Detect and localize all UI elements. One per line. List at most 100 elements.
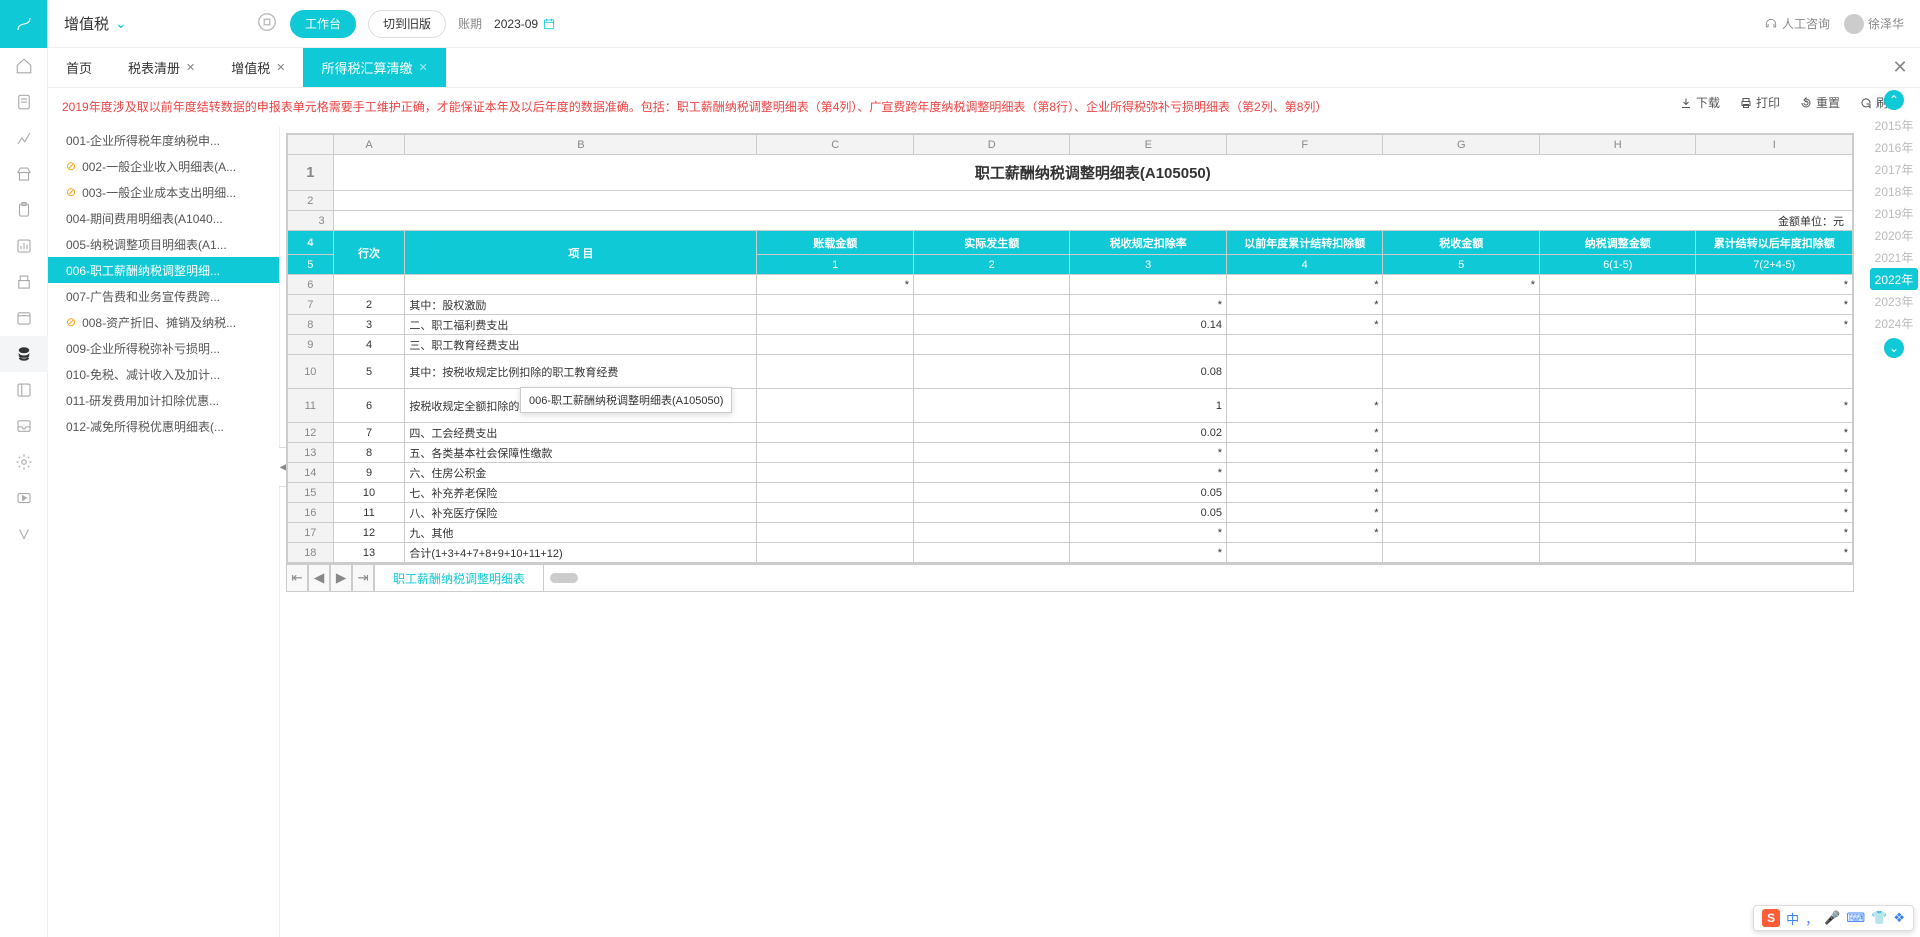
- nav-vip-icon[interactable]: [0, 516, 48, 552]
- form-item-4[interactable]: 005-纳税调整项目明细表(A1...: [48, 231, 279, 257]
- cell[interactable]: 1: [1070, 389, 1227, 423]
- cell[interactable]: [757, 295, 914, 315]
- form-item-7[interactable]: ⊘008-资产折旧、摊销及纳税...: [48, 309, 279, 335]
- tab-close-icon[interactable]: ✕: [419, 61, 428, 74]
- ime-mic-icon[interactable]: 🎤: [1824, 910, 1840, 926]
- cell[interactable]: 0.02: [1070, 423, 1227, 443]
- cell[interactable]: *: [1070, 443, 1227, 463]
- cell[interactable]: [1383, 443, 1540, 463]
- sheet-hscrollbar[interactable]: [544, 565, 1854, 592]
- cell[interactable]: *: [1226, 275, 1383, 295]
- form-item-11[interactable]: 012-减免所得税优惠明细表(...: [48, 413, 279, 439]
- row-item[interactable]: 六、住房公积金: [405, 463, 757, 483]
- cell[interactable]: [1539, 483, 1696, 503]
- cell[interactable]: 0.14: [1070, 315, 1227, 335]
- nav-doc-icon[interactable]: [0, 84, 48, 120]
- cell[interactable]: *: [1383, 275, 1540, 295]
- cell[interactable]: 0.08: [1070, 355, 1227, 389]
- cell[interactable]: *: [1696, 315, 1853, 335]
- cell[interactable]: [1539, 503, 1696, 523]
- cell[interactable]: *: [1696, 503, 1853, 523]
- cell[interactable]: *: [1070, 463, 1227, 483]
- nav-report-icon[interactable]: [0, 228, 48, 264]
- tab-2[interactable]: 增值税✕: [213, 48, 303, 87]
- ime-toolbar[interactable]: S 中 ， 🎤 ⌨ 👕 ❖: [1753, 905, 1914, 931]
- year-2020年[interactable]: 2020年: [1870, 224, 1918, 246]
- year-2016年[interactable]: 2016年: [1870, 136, 1918, 158]
- cell[interactable]: [1383, 295, 1540, 315]
- cell[interactable]: [1539, 275, 1696, 295]
- cell[interactable]: [1383, 315, 1540, 335]
- nav-calendar-icon[interactable]: [0, 300, 48, 336]
- cell[interactable]: [1539, 335, 1696, 355]
- cell[interactable]: [757, 503, 914, 523]
- cell[interactable]: [757, 423, 914, 443]
- nav-tax-icon[interactable]: [0, 336, 48, 372]
- row-item[interactable]: 合计(1+3+4+7+8+9+10+11+12): [405, 543, 757, 563]
- cell[interactable]: [913, 443, 1070, 463]
- sheet-nav-prev[interactable]: ◀: [308, 565, 330, 592]
- cell[interactable]: [913, 543, 1070, 563]
- period-picker[interactable]: 2023-09: [494, 17, 556, 31]
- row-item[interactable]: 九、其他: [405, 523, 757, 543]
- cell[interactable]: [1383, 503, 1540, 523]
- cell[interactable]: [757, 389, 914, 423]
- year-2024年[interactable]: 2024年: [1870, 312, 1918, 334]
- cell[interactable]: *: [1070, 543, 1227, 563]
- cell[interactable]: [1226, 543, 1383, 563]
- record-icon[interactable]: [256, 11, 278, 36]
- cell[interactable]: [1696, 335, 1853, 355]
- cell[interactable]: [1383, 423, 1540, 443]
- tab-close-icon[interactable]: ✕: [276, 61, 285, 74]
- switch-old-version-button[interactable]: 切到旧版: [368, 10, 446, 38]
- col-G[interactable]: G: [1383, 135, 1540, 155]
- cell[interactable]: [1070, 335, 1227, 355]
- cell[interactable]: [913, 423, 1070, 443]
- year-2022年[interactable]: 2022年: [1870, 268, 1918, 290]
- cell[interactable]: [757, 335, 914, 355]
- cell[interactable]: [1383, 543, 1540, 563]
- cell[interactable]: [913, 463, 1070, 483]
- col-D[interactable]: D: [913, 135, 1070, 155]
- sheet-tab[interactable]: 职工薪酬纳税调整明细表: [374, 565, 544, 592]
- cell[interactable]: *: [1696, 463, 1853, 483]
- cell[interactable]: [1226, 335, 1383, 355]
- cell[interactable]: *: [1696, 423, 1853, 443]
- col-F[interactable]: F: [1226, 135, 1383, 155]
- nav-asset-icon[interactable]: [0, 264, 48, 300]
- cell[interactable]: [1539, 463, 1696, 483]
- year-2017年[interactable]: 2017年: [1870, 158, 1918, 180]
- form-item-0[interactable]: 001-企业所得税年度纳税申...: [48, 127, 279, 153]
- form-item-5[interactable]: 006-职工薪酬纳税调整明细...: [48, 257, 279, 283]
- tab-0[interactable]: 首页: [48, 48, 110, 87]
- form-item-1[interactable]: ⊘002-一般企业收入明细表(A...: [48, 153, 279, 179]
- cell[interactable]: [1383, 523, 1540, 543]
- module-selector[interactable]: 增值税 ⌄: [64, 13, 244, 34]
- nav-chart-icon[interactable]: [0, 120, 48, 156]
- nav-clipboard-icon[interactable]: [0, 192, 48, 228]
- print-button[interactable]: 打印: [1740, 94, 1780, 111]
- cell[interactable]: [913, 523, 1070, 543]
- cell[interactable]: [913, 355, 1070, 389]
- sheet-nav-last[interactable]: ⇥: [352, 565, 374, 592]
- cell[interactable]: [757, 483, 914, 503]
- cell[interactable]: [1383, 483, 1540, 503]
- cell[interactable]: [1070, 275, 1227, 295]
- cell[interactable]: *: [1226, 295, 1383, 315]
- nav-settings-icon[interactable]: [0, 444, 48, 480]
- cell[interactable]: *: [1696, 275, 1853, 295]
- cell[interactable]: *: [1696, 483, 1853, 503]
- year-2019年[interactable]: 2019年: [1870, 202, 1918, 224]
- row-item[interactable]: 八、补充医疗保险: [405, 503, 757, 523]
- nav-inbox-icon[interactable]: [0, 408, 48, 444]
- cell[interactable]: [1539, 423, 1696, 443]
- cell[interactable]: [1539, 355, 1696, 389]
- year-down-button[interactable]: ⌄: [1884, 338, 1904, 358]
- form-item-3[interactable]: 004-期间费用明细表(A1040...: [48, 205, 279, 231]
- cell[interactable]: [1383, 355, 1540, 389]
- col-I[interactable]: I: [1696, 135, 1853, 155]
- row-item[interactable]: [405, 275, 757, 295]
- form-item-6[interactable]: 007-广告费和业务宣传费跨...: [48, 283, 279, 309]
- nav-video-icon[interactable]: [0, 480, 48, 516]
- col-C[interactable]: C: [757, 135, 914, 155]
